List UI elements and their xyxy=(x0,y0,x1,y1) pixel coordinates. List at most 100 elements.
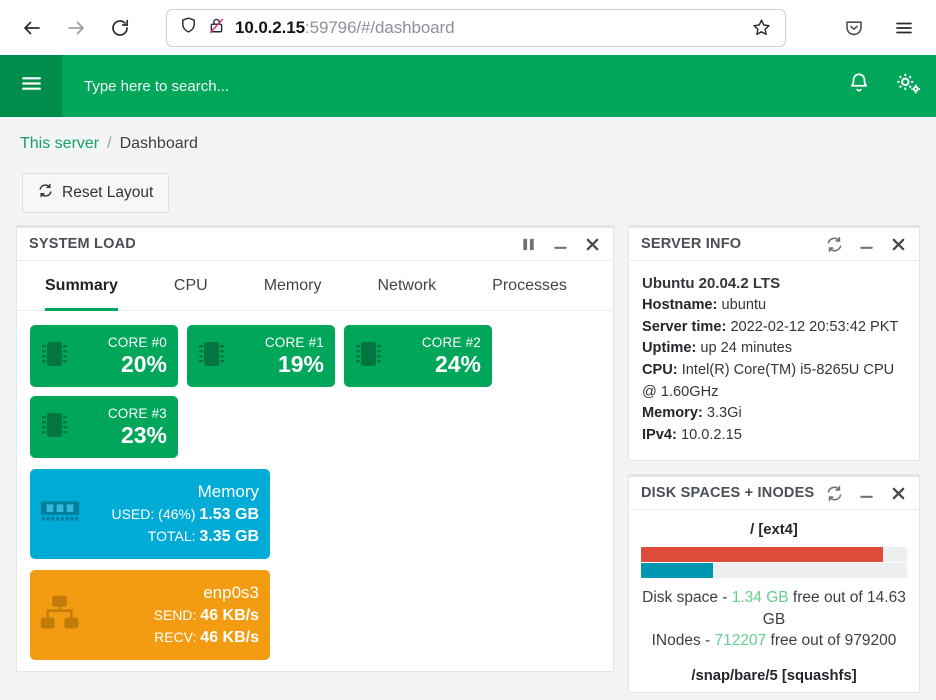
memory-total-value: 3.35 GB xyxy=(199,527,259,545)
microchip-icon xyxy=(38,337,70,376)
core-value: 24% xyxy=(434,351,481,378)
row-label: Memory: xyxy=(642,405,703,422)
pocket-icon xyxy=(843,17,865,39)
network-card[interactable]: enp0s3 SEND: 46 KB/s RECV: 46 KB/s xyxy=(30,570,270,661)
refresh-icon xyxy=(38,183,53,203)
shield-icon[interactable] xyxy=(179,16,198,40)
core-card-text: CORE #0 20% xyxy=(108,335,167,378)
core-card[interactable]: CORE #0 20% xyxy=(30,325,178,387)
disk-space-bar-fill xyxy=(641,547,884,563)
disk-space-text: Disk space - 1.34 GB free out of 14.63 G… xyxy=(641,587,907,630)
reload-icon xyxy=(109,17,131,39)
core-value: 23% xyxy=(120,422,167,449)
disk-space-prefix: Disk space - xyxy=(642,589,732,607)
row-value: ubuntu xyxy=(721,297,767,314)
minimize-icon[interactable] xyxy=(858,485,875,502)
system-load-title: SYSTEM LOAD xyxy=(29,236,136,252)
disk-next-mount-title: /snap/bare/5 [squashfs] xyxy=(691,668,857,685)
app-navbar: Type here to search... xyxy=(0,55,936,117)
memory-used-label: USED: (46%) xyxy=(111,505,196,522)
inode-suffix: free out of 979200 xyxy=(766,632,897,650)
close-icon[interactable] xyxy=(890,485,907,502)
minimize-icon[interactable] xyxy=(552,236,569,253)
bell-icon[interactable] xyxy=(846,71,872,102)
network-recv-line: RECV: 46 KB/s xyxy=(154,627,259,649)
hamburger-menu-icon xyxy=(19,71,44,101)
close-icon[interactable] xyxy=(584,236,601,253)
back-button[interactable] xyxy=(12,8,52,48)
close-icon[interactable] xyxy=(890,236,907,253)
row-value: Intel(R) Core(TM) i5-8265U CPU @ 1.60GHz xyxy=(642,361,895,400)
server-info-row: IPv4: 10.0.2.15 xyxy=(642,425,906,447)
server-info-panel: SERVER INFO Ubuntu 20.04.2 LTS Hostname:… xyxy=(628,225,920,462)
disk-spaces-title: DISK SPACES + INODES xyxy=(641,485,815,502)
server-info-row: Memory: 3.3Gi xyxy=(642,403,906,425)
tab-memory[interactable]: Memory xyxy=(264,262,322,311)
network-card-title: enp0s3 xyxy=(203,583,259,603)
memory-stick-icon xyxy=(38,495,82,534)
core-card[interactable]: CORE #1 19% xyxy=(187,325,335,387)
inode-free: 712207 xyxy=(714,632,767,650)
core-card-text: CORE #3 23% xyxy=(108,406,167,449)
server-info-title: SERVER INFO xyxy=(641,236,742,252)
browser-menu-button[interactable] xyxy=(884,8,924,48)
pause-icon[interactable] xyxy=(520,236,537,253)
lock-crossed-icon[interactable] xyxy=(207,16,226,40)
inode-bar-fill xyxy=(641,563,713,579)
tab-processes[interactable]: Processes xyxy=(492,262,567,311)
tab-cpu[interactable]: CPU xyxy=(174,262,208,311)
breadcrumb-current: Dashboard xyxy=(119,135,198,152)
hamburger-menu-icon xyxy=(893,17,915,39)
tab-summary[interactable]: Summary xyxy=(45,262,118,311)
url-bar[interactable]: 10.0.2.15:59796/#/dashboard xyxy=(166,8,786,47)
core-value: 20% xyxy=(120,351,167,378)
memory-used-line: USED: (46%) 1.53 GB xyxy=(111,504,259,526)
disk-spaces-header: DISK SPACES + INODES xyxy=(629,477,919,511)
back-arrow-icon xyxy=(21,17,43,39)
pocket-button[interactable] xyxy=(834,8,874,48)
network-recv-value: 46 KB/s xyxy=(200,628,259,646)
server-info-tools xyxy=(826,236,907,253)
row-value: 3.3Gi xyxy=(706,405,742,422)
breadcrumb-root-link[interactable]: This server xyxy=(20,135,99,153)
dashboard-grid: SYSTEM LOAD Summary CPU Memory Network P… xyxy=(14,225,922,694)
microchip-icon xyxy=(195,337,227,376)
server-info-body: Ubuntu 20.04.2 LTS Hostname: ubuntu Serv… xyxy=(629,261,919,460)
disk-mount-title: / [ext4] xyxy=(750,522,798,539)
network-send-label: SEND: xyxy=(153,607,197,624)
minimize-icon[interactable] xyxy=(858,236,875,253)
memory-total-label: TOTAL: xyxy=(147,527,196,544)
breadcrumb-separator: / xyxy=(107,135,112,152)
forward-button[interactable] xyxy=(56,8,96,48)
row-label: Hostname: xyxy=(642,297,718,314)
row-value: up 24 minutes xyxy=(700,340,793,357)
refresh-icon[interactable] xyxy=(826,236,843,253)
url-text[interactable]: 10.0.2.15:59796/#/dashboard xyxy=(235,18,740,38)
refresh-icon[interactable] xyxy=(826,485,843,502)
system-load-header: SYSTEM LOAD xyxy=(17,228,613,261)
memory-card-title: Memory xyxy=(197,482,259,501)
microchip-icon xyxy=(38,408,70,447)
reset-layout-button[interactable]: Reset Layout xyxy=(22,173,170,213)
reload-button[interactable] xyxy=(100,8,140,48)
memory-card[interactable]: Memory USED: (46%) 1.53 GB TOTAL: 3.35 G… xyxy=(30,469,270,560)
cogs-icon[interactable] xyxy=(894,70,922,103)
core-card-text: CORE #2 24% xyxy=(421,334,481,378)
row-value: 10.0.2.15 xyxy=(680,426,742,443)
forward-arrow-icon xyxy=(65,17,87,39)
core-label: CORE #2 xyxy=(421,334,481,350)
disk-spaces-panel: DISK SPACES + INODES / [ext4] Disk space… xyxy=(628,474,920,694)
star-icon[interactable] xyxy=(749,16,773,40)
disk-spaces-tools xyxy=(826,485,907,502)
core-card[interactable]: CORE #2 24% xyxy=(344,325,492,387)
browser-toolbar: 10.0.2.15:59796/#/dashboard xyxy=(0,0,936,55)
core-card[interactable]: CORE #3 23% xyxy=(30,396,178,458)
search-input[interactable]: Type here to search... xyxy=(62,78,846,95)
sidebar-toggle-button[interactable] xyxy=(0,55,62,117)
disk-space-mid: free out of xyxy=(788,589,868,607)
left-column: SYSTEM LOAD Summary CPU Memory Network P… xyxy=(16,225,614,672)
inode-bar xyxy=(641,563,907,579)
tab-network[interactable]: Network xyxy=(377,262,436,311)
reset-layout-label: Reset Layout xyxy=(62,184,154,201)
network-send-line: SEND: 46 KB/s xyxy=(154,605,259,627)
